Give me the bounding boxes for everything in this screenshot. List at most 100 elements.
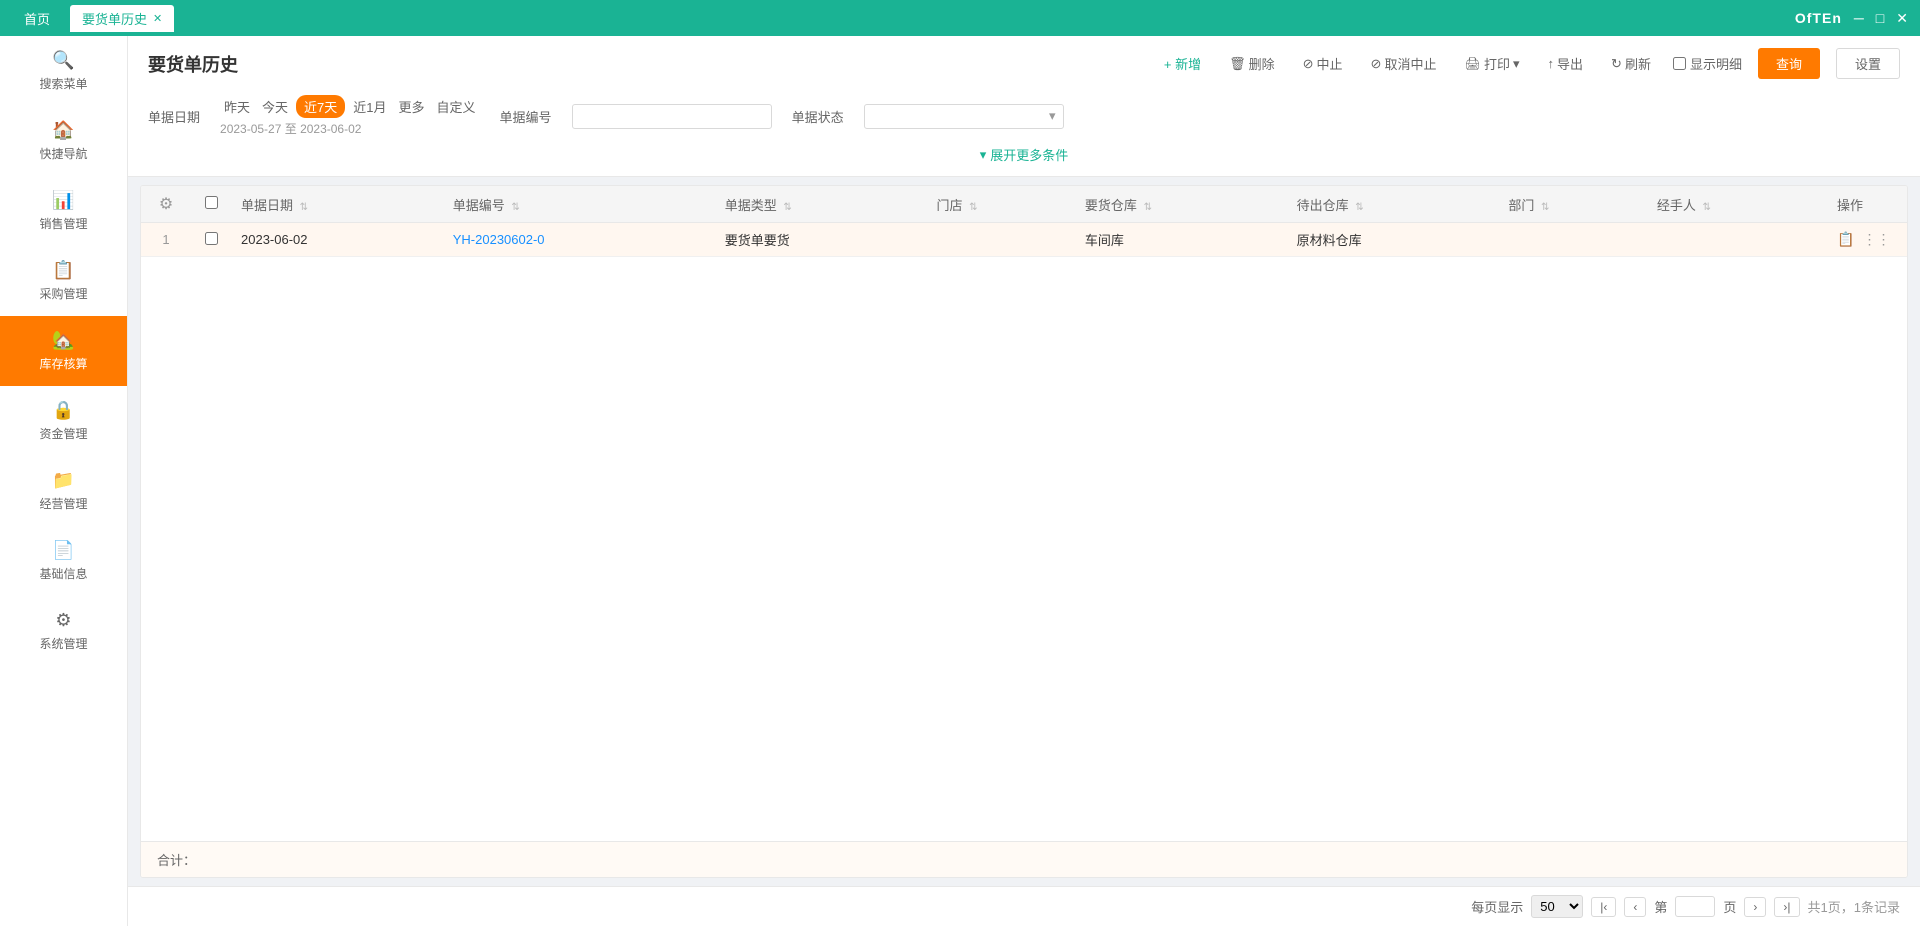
row-req-warehouse: 车间库 <box>1075 223 1287 257</box>
row-action-buttons: 📋 ⋮⋮ <box>1837 231 1897 248</box>
sidebar-item-search[interactable]: 🔍 搜索菜单 <box>0 36 127 106</box>
content-area: 要货单历史 + 新增 🗑 删除 ⊘ 中止 ⊘ 取消中止 <box>128 36 1920 926</box>
row-dept <box>1498 223 1646 257</box>
sidebar-item-system[interactable]: ⚙ 系统管理 <box>0 596 127 666</box>
row-checkbox[interactable] <box>205 232 218 245</box>
date-shortcut-row: 昨天 今天 近7天 近1月 更多 自定义 <box>220 95 480 118</box>
display-detail-checkbox-wrapper[interactable]: 显示明细 <box>1673 54 1742 73</box>
sort-store-icon[interactable]: ⇅ <box>969 202 977 213</box>
requisition-table: ⚙ 单据日期 ⇅ 单据编号 ⇅ <box>141 186 1907 257</box>
sidebar-item-operations[interactable]: 📁 经营管理 <box>0 456 127 526</box>
delete-icon: 🗑 <box>1229 56 1246 72</box>
col-number: 单据编号 ⇅ <box>443 186 715 223</box>
date-btn-yesterday[interactable]: 昨天 <box>220 95 254 118</box>
home-icon: 🏠 <box>52 120 74 141</box>
finance-icon: 🔒 <box>52 400 74 421</box>
row-checkbox-cell <box>191 223 231 257</box>
col-req-warehouse: 要货仓库 ⇅ <box>1075 186 1287 223</box>
sidebar: 🔍 搜索菜单 🏠 快捷导航 📊 销售管理 📋 采购管理 🏡 库存核算 🔒 资金管… <box>0 36 128 926</box>
sidebar-item-sales[interactable]: 📊 销售管理 <box>0 176 127 246</box>
refresh-button[interactable]: ↻ 刷新 <box>1605 50 1657 77</box>
stop-button[interactable]: ⊘ 中止 <box>1297 50 1349 77</box>
row-more-icon[interactable]: ⋮⋮ <box>1862 231 1890 248</box>
select-all-checkbox[interactable] <box>205 196 218 209</box>
prev-page-btn[interactable]: ‹ <box>1624 897 1646 917</box>
date-btn-1month[interactable]: 近1月 <box>349 95 390 118</box>
new-button[interactable]: + 新增 <box>1158 50 1207 77</box>
table-row: 1 2023-06-02 YH-20230602-0 要货单要货 车间库 <box>141 223 1907 257</box>
operations-icon: 📁 <box>52 470 74 491</box>
tab-home[interactable]: 首页 <box>12 5 62 32</box>
filter-bar: 单据日期 昨天 今天 近7天 近1月 更多 自定义 2023-05-27 至 2… <box>148 87 1900 176</box>
page-size-select[interactable]: 50 10 20 100 <box>1531 895 1583 918</box>
expand-more-btn[interactable]: ▾ 展开更多条件 <box>148 137 1900 168</box>
cancel-stop-icon: ⊘ <box>1371 56 1382 72</box>
pagination-bar: 每页显示 50 10 20 100 |‹ ‹ 第 1 页 › ›| 共1页，1条… <box>128 886 1920 926</box>
sort-type-icon[interactable]: ⇅ <box>783 202 791 213</box>
sort-number-icon[interactable]: ⇅ <box>511 202 519 213</box>
sort-req-warehouse-icon[interactable]: ⇅ <box>1144 202 1152 213</box>
top-bar-right: OfTEn ─ □ ✕ <box>1795 10 1908 27</box>
export-button[interactable]: ↑ 导出 <box>1542 50 1590 77</box>
sort-pending-warehouse-icon[interactable]: ⇅ <box>1355 202 1363 213</box>
page-summary: 共1页，1条记录 <box>1808 897 1900 916</box>
date-label: 单据日期 <box>148 107 200 126</box>
first-page-btn[interactable]: |‹ <box>1591 897 1616 917</box>
last-page-btn[interactable]: ›| <box>1774 897 1799 917</box>
refresh-icon: ↻ <box>1611 56 1622 72</box>
doc-status-label: 单据状态 <box>792 107 844 126</box>
row-date: 2023-06-02 <box>231 223 443 257</box>
col-handler: 经手人 ⇅ <box>1647 186 1827 223</box>
next-page-btn[interactable]: › <box>1744 897 1766 917</box>
main-layout: 🔍 搜索菜单 🏠 快捷导航 📊 销售管理 📋 采购管理 🏡 库存核算 🔒 资金管… <box>0 36 1920 926</box>
sort-dept-icon[interactable]: ⇅ <box>1541 202 1549 213</box>
sidebar-item-inventory[interactable]: 🏡 库存核算 <box>0 316 127 386</box>
system-icon: ⚙ <box>55 610 71 631</box>
date-btn-7days[interactable]: 近7天 <box>296 95 345 118</box>
row-type: 要货单要货 <box>715 223 927 257</box>
row-view-icon[interactable]: 📋 <box>1837 231 1854 248</box>
column-settings-icon[interactable]: ⚙ <box>159 196 173 213</box>
print-icon: 🖨 <box>1464 56 1481 72</box>
doc-number-input[interactable] <box>572 104 772 129</box>
sidebar-item-basic-info[interactable]: 📄 基础信息 <box>0 526 127 596</box>
col-pending-warehouse: 待出仓库 ⇅ <box>1287 186 1499 223</box>
page-title: 要货单历史 <box>148 51 238 77</box>
col-date: 单据日期 ⇅ <box>231 186 443 223</box>
page-number-input[interactable]: 1 <box>1675 896 1715 917</box>
sidebar-item-finance[interactable]: 🔒 资金管理 <box>0 386 127 456</box>
sort-handler-icon[interactable]: ⇅ <box>1703 202 1711 213</box>
col-actions: 操作 <box>1827 186 1907 223</box>
date-btn-more[interactable]: 更多 <box>395 95 429 118</box>
export-icon: ↑ <box>1548 56 1555 71</box>
display-detail-checkbox[interactable] <box>1673 57 1686 70</box>
cancel-stop-button[interactable]: ⊘ 取消中止 <box>1365 50 1443 77</box>
stop-icon: ⊘ <box>1303 56 1314 72</box>
sidebar-item-purchase[interactable]: 📋 采购管理 <box>0 246 127 316</box>
sort-date-icon[interactable]: ⇅ <box>300 202 308 213</box>
tab-requisition-history[interactable]: 要货单历史 ✕ <box>70 5 174 32</box>
settings-button[interactable]: 设置 <box>1836 48 1900 79</box>
date-btn-custom[interactable]: 自定义 <box>433 95 480 118</box>
tab-close-icon[interactable]: ✕ <box>153 12 162 25</box>
row-number-link[interactable]: YH-20230602-0 <box>453 232 545 247</box>
doc-status-select[interactable] <box>864 104 1064 129</box>
row-actions-cell: 📋 ⋮⋮ <box>1827 223 1907 257</box>
print-button[interactable]: 🖨 打印 ▾ <box>1458 50 1525 77</box>
row-pending-warehouse: 原材料仓库 <box>1287 223 1499 257</box>
close-window-icon[interactable]: ✕ <box>1896 10 1908 27</box>
top-bar: 首页 要货单历史 ✕ OfTEn ─ □ ✕ <box>0 0 1920 36</box>
maximize-icon[interactable]: □ <box>1876 10 1884 26</box>
minimize-icon[interactable]: ─ <box>1854 10 1864 26</box>
delete-button[interactable]: 🗑 删除 <box>1223 50 1281 77</box>
col-settings: ⚙ <box>141 186 191 223</box>
date-btn-today[interactable]: 今天 <box>258 95 292 118</box>
page-title-row: 要货单历史 + 新增 🗑 删除 ⊘ 中止 ⊘ 取消中止 <box>148 48 1900 87</box>
table-wrapper: ⚙ 单据日期 ⇅ 单据编号 ⇅ <box>141 186 1907 841</box>
header-actions: + 新增 🗑 删除 ⊘ 中止 ⊘ 取消中止 🖨 打 <box>1158 48 1900 79</box>
query-button[interactable]: 查询 <box>1758 48 1820 79</box>
row-num: 1 <box>141 223 191 257</box>
row-number: YH-20230602-0 <box>443 223 715 257</box>
sidebar-item-quicknav[interactable]: 🏠 快捷导航 <box>0 106 127 176</box>
filter-row: 单据日期 昨天 今天 近7天 近1月 更多 自定义 2023-05-27 至 2… <box>148 95 1900 137</box>
